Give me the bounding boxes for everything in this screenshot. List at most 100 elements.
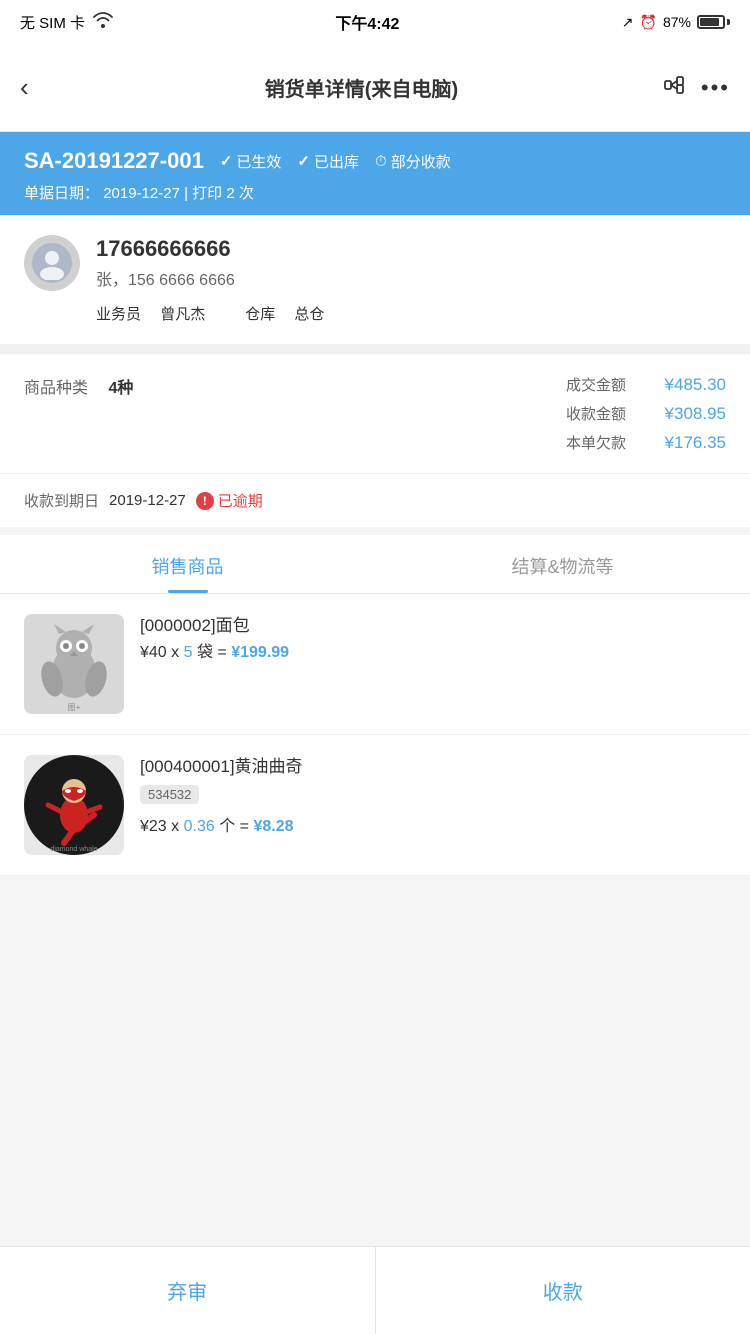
- battery-indicator: [697, 15, 730, 29]
- product-name-2: [000400001]黄油曲奇: [140, 755, 726, 779]
- battery-percent: 87%: [663, 14, 691, 30]
- product-qty-2: 0.36: [184, 818, 215, 835]
- order-id: SA-20191227-001: [24, 148, 204, 174]
- wifi-icon: [93, 12, 113, 32]
- list-item: diamond whale [000400001]黄油曲奇 534532 ¥23…: [0, 735, 750, 876]
- customer-row: 17666666666 张，156 6666 6666: [24, 235, 726, 291]
- deal-amount-row: 成交金额 ¥485.30: [566, 374, 726, 395]
- debt-amount-label: 本单欠款: [566, 432, 626, 453]
- customer-info: 17666666666 张，156 6666 6666: [96, 236, 235, 290]
- date-value: 2019-12-27: [103, 185, 180, 202]
- page-title: 销货单详情(来自电脑): [60, 73, 663, 102]
- customer-section: 17666666666 张，156 6666 6666 业务员 曾凡杰 仓库 总…: [0, 215, 750, 344]
- customer-meta: 业务员 曾凡杰 仓库 总仓: [24, 303, 726, 324]
- nav-bar: ‹ 销货单详情(来自电脑) •••: [0, 44, 750, 132]
- overdue-text: 已逾期: [218, 490, 263, 511]
- svg-text:图+: 图+: [68, 703, 81, 712]
- status-bar: 无 SIM 卡 下午4:42 ↗ ⏰ 87%: [0, 0, 750, 44]
- product-unit-price-1: ¥40: [140, 644, 167, 661]
- product-total-2: ¥8.28: [253, 818, 293, 835]
- product-qty-1: 5: [184, 644, 193, 661]
- due-label: 收款到期日: [24, 490, 99, 511]
- cancel-button[interactable]: 弃审: [0, 1247, 376, 1334]
- product-image-1: 图+: [24, 614, 124, 714]
- product-list: 图+ [0000002]面包 ¥40 x 5 袋 = ¥199.99: [0, 594, 750, 876]
- goods-type-label: 商品种类: [24, 380, 88, 397]
- product-info-1: [0000002]面包 ¥40 x 5 袋 = ¥199.99: [140, 614, 726, 662]
- summary-row: 商品种类 4种 成交金额 ¥485.30 收款金额 ¥308.95 本单欠款 ¥…: [24, 374, 726, 453]
- summary-right: 成交金额 ¥485.30 收款金额 ¥308.95 本单欠款 ¥176.35: [566, 374, 726, 453]
- goods-type: 商品种类 4种: [24, 374, 133, 398]
- confirm-label: 收款: [543, 1276, 583, 1305]
- goods-type-value: 4种: [108, 380, 133, 397]
- product-price-1: ¥40 x 5 袋 = ¥199.99: [140, 638, 726, 662]
- tab-settlement-label: 结算&物流等: [511, 557, 613, 577]
- confirm-button[interactable]: 收款: [376, 1247, 750, 1334]
- back-button[interactable]: ‹: [20, 72, 60, 103]
- more-icon[interactable]: •••: [701, 75, 730, 101]
- warehouse-meta: 仓库 总仓: [245, 303, 324, 324]
- due-date: 2019-12-27: [109, 492, 186, 509]
- receipt-amount-label: 收款金额: [566, 403, 626, 424]
- badge-effective: 已生效: [220, 151, 282, 172]
- salesperson-value: 曾凡杰: [160, 306, 205, 323]
- product-unit-price-2: ¥23: [140, 818, 167, 835]
- product-name-1: [0000002]面包: [140, 614, 726, 638]
- badge-partial: 部分收款: [375, 151, 451, 172]
- summary-section: 商品种类 4种 成交金额 ¥485.30 收款金额 ¥308.95 本单欠款 ¥…: [0, 354, 750, 473]
- order-header-banner: SA-20191227-001 已生效 已出库 部分收款 单据日期： 2019-…: [0, 132, 750, 215]
- overdue-badge: ! 已逾期: [196, 490, 263, 511]
- deal-amount-value: ¥485.30: [646, 375, 726, 395]
- debt-amount-row: 本单欠款 ¥176.35: [566, 432, 726, 453]
- salesperson-label: 业务员: [96, 306, 141, 323]
- status-right: ↗ ⏰ 87%: [622, 14, 730, 31]
- svg-text:diamond whale: diamond whale: [50, 846, 97, 853]
- date-label: 单据日期：: [24, 185, 99, 202]
- cancel-label: 弃审: [167, 1276, 207, 1305]
- avatar: [24, 235, 80, 291]
- nav-actions: •••: [663, 74, 730, 102]
- status-time: 下午4:42: [335, 10, 399, 34]
- badge-shipped: 已出库: [297, 151, 359, 172]
- deal-amount-label: 成交金额: [566, 374, 626, 395]
- product-equals-2: =: [240, 818, 254, 835]
- salesperson-meta: 业务员 曾凡杰: [96, 303, 205, 324]
- product-multiply-1: x: [171, 644, 183, 661]
- product-total-1: ¥199.99: [231, 644, 289, 661]
- overdue-dot-icon: !: [196, 492, 214, 510]
- receipt-amount-value: ¥308.95: [646, 404, 726, 424]
- product-image-2: diamond whale: [24, 755, 124, 855]
- product-unit-2: 个: [219, 818, 235, 835]
- due-section: 收款到期日 2019-12-27 ! 已逾期: [0, 473, 750, 527]
- avatar-icon: [32, 243, 72, 283]
- customer-name: 张，156 6666 6666: [96, 266, 235, 290]
- bottom-spacer: [0, 876, 750, 976]
- warehouse-label: 仓库: [245, 306, 275, 323]
- tabs-container: 销售商品 结算&物流等: [0, 535, 750, 594]
- carrier-label: 无 SIM 卡: [20, 12, 85, 33]
- product-unit-1: 袋: [197, 644, 213, 661]
- warehouse-value: 总仓: [294, 306, 324, 323]
- bottom-bar: 弃审 收款: [0, 1246, 750, 1334]
- tab-sales[interactable]: 销售商品: [0, 535, 375, 593]
- product-info-2: [000400001]黄油曲奇 534532 ¥23 x 0.36 个 = ¥8…: [140, 755, 726, 836]
- debt-amount-value: ¥176.35: [646, 433, 726, 453]
- product-equals-1: =: [217, 644, 231, 661]
- list-item: 图+ [0000002]面包 ¥40 x 5 袋 = ¥199.99: [0, 594, 750, 735]
- tab-sales-label: 销售商品: [152, 557, 224, 577]
- tabs-separator: [0, 527, 750, 535]
- alarm-icon: ⏰: [640, 14, 657, 31]
- customer-phone: 17666666666: [96, 236, 235, 262]
- status-left: 无 SIM 卡: [20, 12, 113, 33]
- location-icon: ↗: [622, 14, 634, 31]
- share-icon[interactable]: [663, 74, 685, 102]
- product-multiply-2: x: [171, 818, 183, 835]
- order-id-row: SA-20191227-001 已生效 已出库 部分收款: [24, 148, 726, 174]
- order-date-row: 单据日期： 2019-12-27 | 打印 2 次: [24, 182, 726, 203]
- tab-settlement[interactable]: 结算&物流等: [375, 535, 750, 593]
- product-price-2: ¥23 x 0.36 个 = ¥8.28: [140, 812, 726, 836]
- receipt-amount-row: 收款金额 ¥308.95: [566, 403, 726, 424]
- divider-1: [0, 344, 750, 354]
- print-label: | 打印 2 次: [184, 185, 254, 202]
- product-sku-2: 534532: [140, 785, 199, 804]
